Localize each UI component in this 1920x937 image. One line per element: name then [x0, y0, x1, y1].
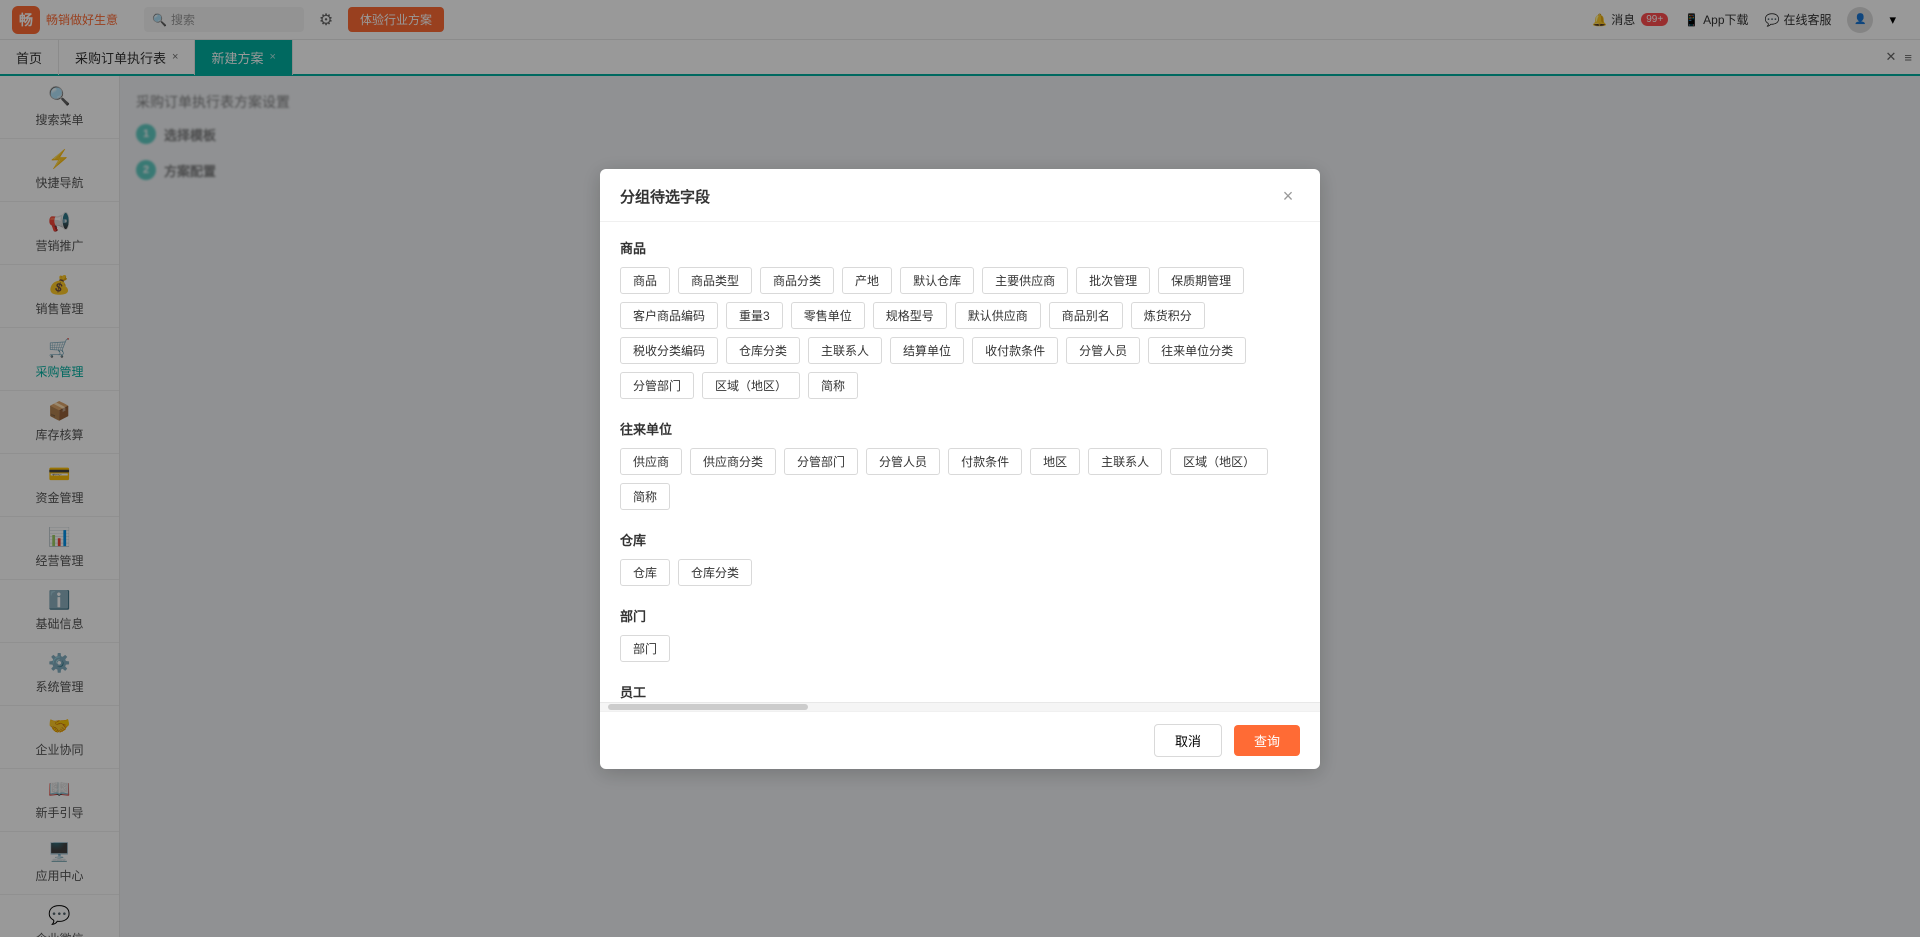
modal-body: 商品 商品 商品类型 商品分类 产地 默认仓库 主要供应商 批次管理 保质期管理… — [600, 222, 1320, 702]
hscroll-thumb[interactable] — [608, 704, 808, 710]
field-tag[interactable]: 主联系人 — [808, 337, 882, 364]
section-warehouse: 仓库 仓库 仓库分类 — [620, 530, 1300, 586]
field-tag[interactable]: 零售单位 — [791, 302, 865, 329]
section-partner-title: 往来单位 — [620, 419, 1300, 438]
section-partner: 往来单位 供应商 供应商分类 分管部门 分管人员 付款条件 地区 主联系人 区域… — [620, 419, 1300, 510]
section-employee: 员工 业务员 — [620, 682, 1300, 702]
modal-close-button[interactable]: × — [1276, 185, 1300, 209]
field-tag[interactable]: 商品别名 — [1049, 302, 1123, 329]
modal-header: 分组待选字段 × — [600, 169, 1320, 222]
field-tag[interactable]: 重量3 — [726, 302, 783, 329]
field-tag[interactable]: 默认仓库 — [900, 267, 974, 294]
field-tag[interactable]: 默认供应商 — [955, 302, 1041, 329]
field-tag[interactable]: 分管部门 — [784, 448, 858, 475]
field-tag[interactable]: 规格型号 — [873, 302, 947, 329]
field-tag[interactable]: 分管部门 — [620, 372, 694, 399]
section-warehouse-title: 仓库 — [620, 530, 1300, 549]
field-tag[interactable]: 区域（地区） — [702, 372, 800, 399]
modal-confirm-button[interactable]: 查询 — [1234, 725, 1300, 756]
section-department-fields: 部门 — [620, 635, 1300, 662]
field-tag[interactable]: 仓库分类 — [726, 337, 800, 364]
field-tag[interactable]: 仓库 — [620, 559, 670, 586]
field-tag[interactable]: 部门 — [620, 635, 670, 662]
modal-overlay: 分组待选字段 × 商品 商品 商品类型 商品分类 产地 默认仓库 主要供应商 批… — [0, 0, 1920, 937]
field-tag[interactable]: 商品类型 — [678, 267, 752, 294]
field-tag[interactable]: 炼货积分 — [1131, 302, 1205, 329]
section-product: 商品 商品 商品类型 商品分类 产地 默认仓库 主要供应商 批次管理 保质期管理… — [620, 238, 1300, 399]
field-tag[interactable]: 产地 — [842, 267, 892, 294]
modal-cancel-button[interactable]: 取消 — [1154, 724, 1222, 757]
section-department: 部门 部门 — [620, 606, 1300, 662]
field-tag[interactable]: 简称 — [808, 372, 858, 399]
field-tag[interactable]: 主联系人 — [1088, 448, 1162, 475]
section-product-fields: 商品 商品类型 商品分类 产地 默认仓库 主要供应商 批次管理 保质期管理 客户… — [620, 267, 1300, 399]
field-tag[interactable]: 简称 — [620, 483, 670, 510]
section-partner-fields: 供应商 供应商分类 分管部门 分管人员 付款条件 地区 主联系人 区域（地区） … — [620, 448, 1300, 510]
field-tag[interactable]: 结算单位 — [890, 337, 964, 364]
section-product-title: 商品 — [620, 238, 1300, 257]
section-department-title: 部门 — [620, 606, 1300, 625]
field-tag[interactable]: 商品分类 — [760, 267, 834, 294]
field-tag[interactable]: 往来单位分类 — [1148, 337, 1246, 364]
field-tag[interactable]: 付款条件 — [948, 448, 1022, 475]
field-tag[interactable]: 区域（地区） — [1170, 448, 1268, 475]
field-tag[interactable]: 收付款条件 — [972, 337, 1058, 364]
field-tag[interactable]: 保质期管理 — [1158, 267, 1244, 294]
field-tag[interactable]: 分管人员 — [866, 448, 940, 475]
field-tag[interactable]: 供应商分类 — [690, 448, 776, 475]
field-tag[interactable]: 税收分类编码 — [620, 337, 718, 364]
field-tag[interactable]: 客户商品编码 — [620, 302, 718, 329]
field-tag[interactable]: 分管人员 — [1066, 337, 1140, 364]
field-tag[interactable]: 商品 — [620, 267, 670, 294]
section-employee-title: 员工 — [620, 682, 1300, 701]
modal-dialog: 分组待选字段 × 商品 商品 商品类型 商品分类 产地 默认仓库 主要供应商 批… — [600, 169, 1320, 769]
modal-title: 分组待选字段 — [620, 186, 710, 207]
field-tag[interactable]: 供应商 — [620, 448, 682, 475]
field-tag[interactable]: 批次管理 — [1076, 267, 1150, 294]
field-tag[interactable]: 主要供应商 — [982, 267, 1068, 294]
modal-footer: 取消 查询 — [600, 711, 1320, 769]
section-warehouse-fields: 仓库 仓库分类 — [620, 559, 1300, 586]
modal-horizontal-scrollbar[interactable] — [600, 702, 1320, 711]
field-tag[interactable]: 地区 — [1030, 448, 1080, 475]
field-tag[interactable]: 仓库分类 — [678, 559, 752, 586]
